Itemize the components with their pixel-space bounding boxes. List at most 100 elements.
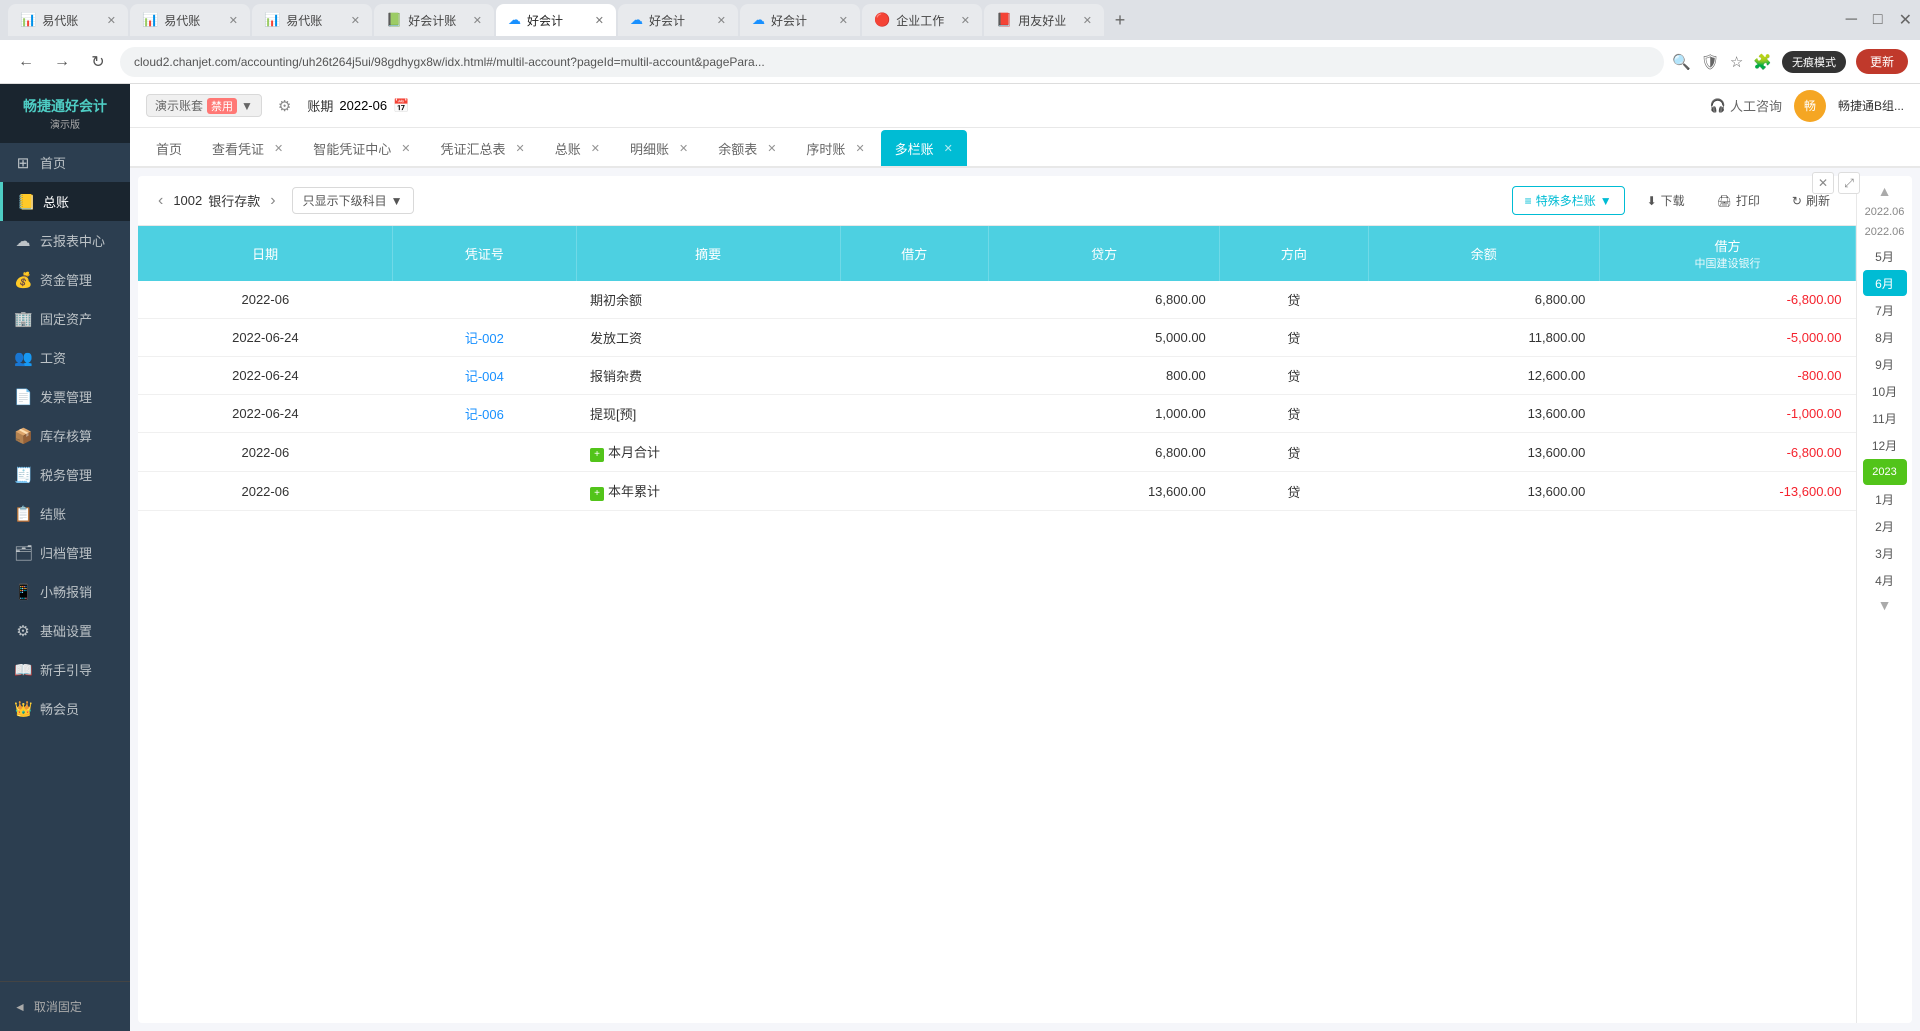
refresh-icon: ↻ bbox=[1792, 194, 1802, 208]
tab-close-7[interactable]: ✕ bbox=[839, 14, 848, 27]
tab-home[interactable]: 首页 bbox=[142, 130, 196, 166]
calendar-month-item[interactable]: 2月 bbox=[1863, 513, 1907, 539]
browser-tab-8[interactable]: 🔴 企业工作 ✕ bbox=[862, 4, 982, 36]
calendar-month-item[interactable]: 9月 bbox=[1863, 351, 1907, 377]
tab-sequence[interactable]: 序时账 ✕ bbox=[792, 130, 878, 166]
consult-button[interactable]: 🎧 人工咨询 bbox=[1710, 96, 1782, 115]
cell-voucher[interactable]: 记-002 bbox=[393, 319, 576, 357]
multi-column-button[interactable]: ≡ 特殊多栏账 ▼ bbox=[1512, 186, 1625, 215]
search-icon[interactable]: 🔍 bbox=[1672, 53, 1691, 71]
browser-tab-9[interactable]: 📕 用友好业 ✕ bbox=[984, 4, 1104, 36]
update-button[interactable]: 更新 bbox=[1856, 49, 1908, 74]
calendar-icon[interactable]: 📅 bbox=[393, 98, 409, 114]
sidebar-item-close[interactable]: 📋 结账 bbox=[0, 494, 130, 533]
tab-close-sequence[interactable]: ✕ bbox=[855, 142, 864, 155]
account-next-button[interactable]: › bbox=[266, 190, 279, 212]
sidebar-item-invoice[interactable]: 📄 发票管理 bbox=[0, 377, 130, 416]
cell-voucher[interactable]: 记-006 bbox=[393, 395, 576, 433]
calendar-month-item[interactable]: 11月 bbox=[1863, 405, 1907, 431]
calendar-month-item[interactable]: 4月 bbox=[1863, 567, 1907, 593]
calendar-month-item[interactable]: 5月 bbox=[1863, 243, 1907, 269]
tab-smart-voucher[interactable]: 智能凭证中心 ✕ bbox=[299, 130, 424, 166]
calendar-month-item[interactable]: 2023 bbox=[1863, 459, 1907, 485]
tab-close-general-ledger[interactable]: ✕ bbox=[591, 142, 600, 155]
back-button[interactable]: ← bbox=[12, 48, 40, 76]
browser-tab-bar: 📊 易代账 ✕ 📊 易代账 ✕ 📊 易代账 ✕ 📗 好会计账 ✕ ☁ 好会计 ✕… bbox=[0, 0, 1920, 40]
tab-close-6[interactable]: ✕ bbox=[717, 14, 726, 27]
sidebar-item-home[interactable]: ⊞ 首页 bbox=[0, 143, 130, 182]
star-icon[interactable]: ☆ bbox=[1730, 53, 1743, 71]
tab-close-1[interactable]: ✕ bbox=[107, 14, 116, 27]
tab-view-voucher[interactable]: 查看凭证 ✕ bbox=[198, 130, 297, 166]
tab-close-3[interactable]: ✕ bbox=[351, 14, 360, 27]
tab-close-voucher-summary[interactable]: ✕ bbox=[516, 142, 525, 155]
maximize-icon[interactable]: □ bbox=[1873, 11, 1883, 29]
sidebar-item-inventory[interactable]: 📦 库存核算 bbox=[0, 416, 130, 455]
sidebar-item-ledger[interactable]: 📒 总账 bbox=[0, 182, 130, 221]
browser-tab-4[interactable]: 📗 好会计账 ✕ bbox=[374, 4, 494, 36]
tab-close-view-voucher[interactable]: ✕ bbox=[274, 142, 283, 155]
close-window-icon[interactable]: ✕ bbox=[1899, 10, 1912, 30]
download-button[interactable]: ⬇ 下载 bbox=[1637, 187, 1695, 214]
close-panel-button[interactable]: ✕ bbox=[1812, 172, 1834, 194]
tab-general-ledger[interactable]: 总账 ✕ bbox=[541, 130, 614, 166]
sidebar-item-settings[interactable]: ⚙ 基础设置 bbox=[0, 611, 130, 650]
forward-button[interactable]: → bbox=[48, 48, 76, 76]
tab-close-detail-ledger[interactable]: ✕ bbox=[679, 142, 688, 155]
tab-close-5[interactable]: ✕ bbox=[595, 14, 604, 27]
reload-button[interactable]: ↻ bbox=[84, 48, 112, 76]
tab-detail-ledger[interactable]: 明细账 ✕ bbox=[616, 130, 702, 166]
calendar-month-item[interactable]: 10月 bbox=[1863, 378, 1907, 404]
cell-balance: 12,600.00 bbox=[1368, 357, 1599, 395]
browser-tab-3[interactable]: 📊 易代账 ✕ bbox=[252, 4, 372, 36]
browser-tab-5[interactable]: ☁ 好会计 ✕ bbox=[496, 4, 616, 36]
calendar-month-item[interactable]: 3月 bbox=[1863, 540, 1907, 566]
tab-close-multi-column[interactable]: ✕ bbox=[944, 142, 953, 155]
sub-filter-dropdown[interactable]: 只显示下级科目 ▼ bbox=[292, 187, 414, 214]
unpin-button[interactable]: ◄ 取消固定 bbox=[0, 990, 130, 1023]
sidebar-item-salary[interactable]: 👥 工资 bbox=[0, 338, 130, 377]
browser-tab-1[interactable]: 📊 易代账 ✕ bbox=[8, 4, 128, 36]
tab-close-4[interactable]: ✕ bbox=[473, 14, 482, 27]
calendar-month-item[interactable]: 7月 bbox=[1863, 297, 1907, 323]
sidebar-item-archive[interactable]: 🗂 归档管理 bbox=[0, 533, 130, 572]
sidebar-item-expense[interactable]: 📱 小畅报销 bbox=[0, 572, 130, 611]
browser-tab-7[interactable]: ☁ 好会计 ✕ bbox=[740, 4, 860, 36]
calendar-month-item[interactable]: 1月 bbox=[1863, 486, 1907, 512]
tab-close-balance[interactable]: ✕ bbox=[767, 142, 776, 155]
sidebar-item-capital[interactable]: 💰 资金管理 bbox=[0, 260, 130, 299]
chevron-down-icon[interactable]: ▼ bbox=[241, 99, 253, 113]
new-tab-button[interactable]: + bbox=[1106, 6, 1134, 34]
tab-close-2[interactable]: ✕ bbox=[229, 14, 238, 27]
sidebar-item-cloud-report[interactable]: ☁ 云报表中心 bbox=[0, 221, 130, 260]
calendar-month-item[interactable]: 12月 bbox=[1863, 432, 1907, 458]
settings-gear-icon[interactable]: ⚙ bbox=[278, 97, 291, 115]
cell-direction: 贷 bbox=[1220, 472, 1368, 511]
calendar-month-item[interactable]: 8月 bbox=[1863, 324, 1907, 350]
calendar-scroll-up[interactable]: ▲ bbox=[1863, 180, 1907, 202]
no-trace-mode-button[interactable]: 无痕模式 bbox=[1782, 51, 1846, 73]
tab-multi-column[interactable]: 多栏账 ✕ bbox=[881, 130, 967, 166]
print-button[interactable]: 🖨 打印 bbox=[1707, 187, 1770, 214]
tab-close-8[interactable]: ✕ bbox=[961, 14, 970, 27]
extensions-icon[interactable]: 🧩 bbox=[1753, 53, 1772, 71]
cloud-report-icon: ☁ bbox=[14, 232, 32, 250]
calendar-month-item[interactable]: 6月 bbox=[1863, 270, 1907, 296]
browser-tab-2[interactable]: 📊 易代账 ✕ bbox=[130, 4, 250, 36]
minimize-icon[interactable]: ─ bbox=[1846, 11, 1857, 29]
calendar-scroll-down[interactable]: ▼ bbox=[1863, 594, 1907, 616]
browser-tab-6[interactable]: ☁ 好会计 ✕ bbox=[618, 4, 738, 36]
cell-debit-bank: -6,800.00 bbox=[1599, 433, 1855, 472]
expand-panel-button[interactable]: ⤢ bbox=[1838, 172, 1860, 194]
sidebar-item-assets[interactable]: 🏢 固定资产 bbox=[0, 299, 130, 338]
sidebar-item-member[interactable]: 👑 畅会员 bbox=[0, 689, 130, 728]
sidebar-item-guide[interactable]: 📖 新手引导 bbox=[0, 650, 130, 689]
tab-close-smart-voucher[interactable]: ✕ bbox=[401, 142, 410, 155]
url-input[interactable]: cloud2.chanjet.com/accounting/uh26t264j5… bbox=[120, 47, 1664, 77]
tab-balance[interactable]: 余额表 ✕ bbox=[704, 130, 790, 166]
cell-voucher[interactable]: 记-004 bbox=[393, 357, 576, 395]
account-prev-button[interactable]: ‹ bbox=[154, 190, 167, 212]
tab-close-9[interactable]: ✕ bbox=[1083, 14, 1092, 27]
tab-voucher-summary[interactable]: 凭证汇总表 ✕ bbox=[426, 130, 538, 166]
sidebar-item-tax[interactable]: 🧾 税务管理 bbox=[0, 455, 130, 494]
